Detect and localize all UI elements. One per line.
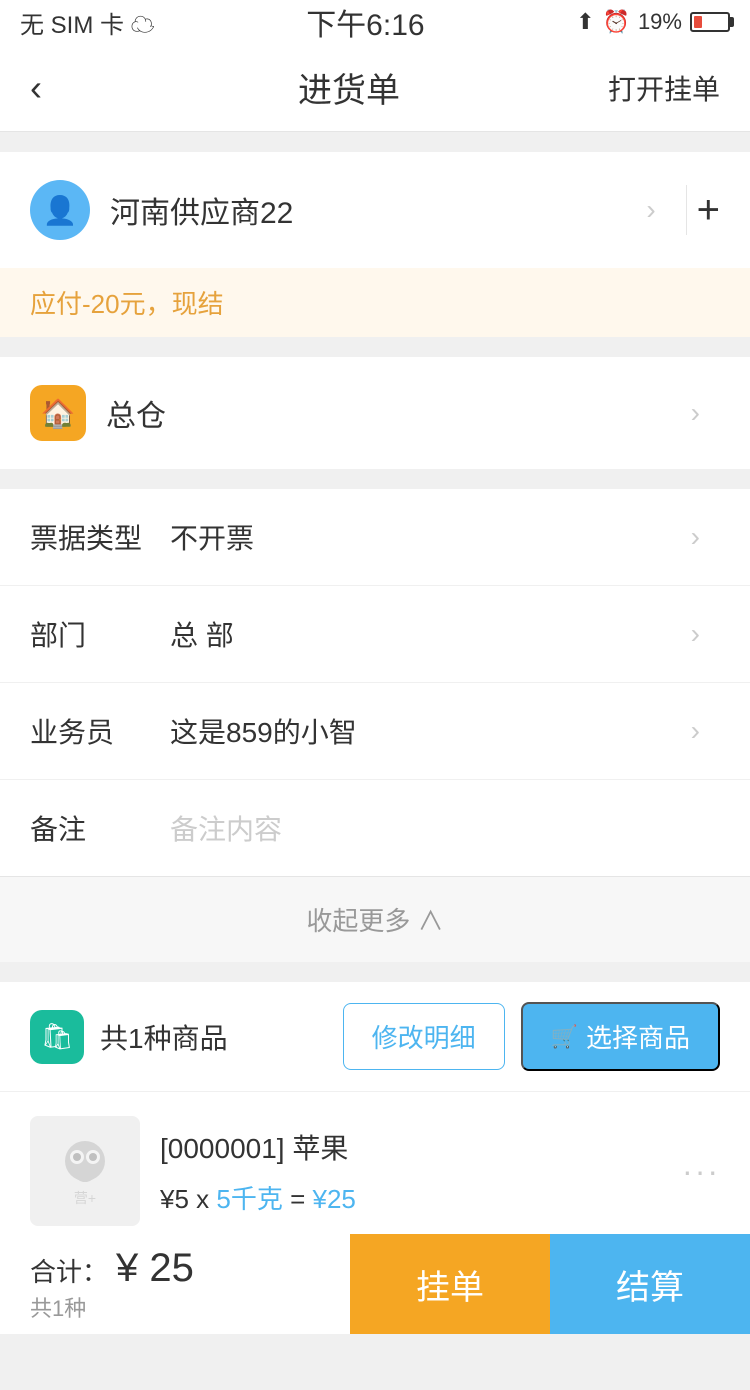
warehouse-icon: 🏠	[30, 385, 86, 441]
supplier-chevron-icon: ›	[646, 194, 655, 226]
settle-label: 结算	[616, 1260, 684, 1309]
products-icon: 🛍	[30, 1010, 84, 1064]
ticket-type-value: 不开票	[170, 517, 691, 557]
product-thumbnail: 营+	[30, 1116, 140, 1226]
status-bar: 无 SIM 卡 ☁ 下午6:16 ⬆ ⏰ 19%	[0, 0, 750, 44]
ticket-chevron-icon: ›	[691, 521, 700, 553]
warehouse-row[interactable]: 🏠 总仓 ›	[0, 357, 750, 469]
price-qty: 5千克	[216, 1184, 282, 1214]
price-base: ¥5 x	[160, 1184, 216, 1214]
status-left: 无 SIM 卡 ☁	[20, 5, 155, 40]
dept-value: 总 部	[170, 614, 691, 654]
products-card: 🛍 共1种商品 修改明细 🛒 选择商品 营+	[0, 982, 750, 1250]
warehouse-card: 🏠 总仓 ›	[0, 357, 750, 469]
product-name: [0000001] 苹果	[160, 1127, 662, 1167]
total-label-row: 合计： ¥ 25	[30, 1246, 320, 1291]
remark-row[interactable]: 备注 备注内容	[0, 779, 750, 876]
pending-label: 挂单	[416, 1260, 484, 1309]
total-label: 合计：	[30, 1252, 108, 1289]
ticket-type-label: 票据类型	[30, 517, 170, 557]
svg-text:营+: 营+	[74, 1190, 96, 1206]
sales-chevron-icon: ›	[691, 715, 700, 747]
location-icon: ⬆	[576, 9, 594, 35]
battery-label: 19%	[638, 9, 682, 35]
sim-wifi-label: 无 SIM 卡 ☁	[20, 5, 155, 40]
products-count: 共1种商品	[100, 1017, 327, 1057]
section-gap-1	[0, 132, 750, 152]
section-gap-3	[0, 469, 750, 489]
select-product-label: 选择商品	[586, 1018, 690, 1055]
supplier-icon: 👤	[43, 194, 78, 227]
ticket-type-row[interactable]: 票据类型 不开票 ›	[0, 489, 750, 585]
sales-value: 这是859的小智	[170, 711, 691, 751]
total-sub: 共1种	[30, 1291, 320, 1323]
products-header: 🛍 共1种商品 修改明细 🛒 选择商品	[0, 982, 750, 1091]
supplier-name: 河南供应商22	[110, 188, 646, 232]
open-pending-button[interactable]: 打开挂单	[608, 68, 720, 108]
supplier-row[interactable]: 👤 河南供应商22 › +	[0, 152, 750, 268]
product-item: 营+ [0000001] 苹果 ¥5 x 5千克 = ¥25 ···	[0, 1091, 750, 1250]
product-thumb-image: 营+	[45, 1131, 125, 1211]
supplier-divider	[686, 185, 687, 235]
add-supplier-button[interactable]: +	[697, 188, 720, 233]
remark-label: 备注	[30, 808, 170, 848]
price-equals: =	[283, 1184, 313, 1214]
product-price: ¥5 x 5千克 = ¥25	[160, 1179, 662, 1216]
bottom-bar: 合计： ¥ 25 共1种 挂单 结算	[0, 1234, 750, 1334]
dept-label: 部门	[30, 614, 170, 654]
edit-detail-button[interactable]: 修改明细	[343, 1003, 505, 1070]
status-time: 下午6:16	[306, 0, 424, 44]
pending-button[interactable]: 挂单	[350, 1234, 550, 1334]
fields-card: 票据类型 不开票 › 部门 总 部 › 业务员 这是859的小智 › 备注 备注…	[0, 489, 750, 962]
house-icon: 🏠	[41, 397, 76, 430]
sales-label: 业务员	[30, 711, 170, 751]
supplier-card: 👤 河南供应商22 › + 应付-20元，现结	[0, 152, 750, 337]
warehouse-name: 总仓	[106, 391, 691, 435]
dept-row[interactable]: 部门 总 部 ›	[0, 585, 750, 682]
section-gap-2	[0, 337, 750, 357]
total-amount: ¥ 25	[116, 1246, 194, 1291]
product-more-button[interactable]: ···	[682, 1153, 720, 1190]
back-button[interactable]: ‹	[30, 67, 90, 109]
nav-bar: ‹ 进货单 打开挂单	[0, 44, 750, 132]
remark-input[interactable]: 备注内容	[170, 808, 720, 848]
battery-icon	[690, 12, 730, 32]
dept-chevron-icon: ›	[691, 618, 700, 650]
alarm-icon: ⏰	[603, 9, 630, 35]
collapse-label: 收起更多 ∧	[306, 901, 443, 938]
select-product-button[interactable]: 🛒 选择商品	[521, 1002, 720, 1071]
supplier-notice: 应付-20元，现结	[0, 268, 750, 337]
collapse-row[interactable]: 收起更多 ∧	[0, 876, 750, 962]
supplier-avatar: 👤	[30, 180, 90, 240]
warehouse-chevron-icon: ›	[691, 397, 700, 429]
bag-icon: 🛍	[40, 1021, 73, 1052]
status-right: ⬆ ⏰ 19%	[576, 9, 730, 35]
settle-button[interactable]: 结算	[550, 1234, 750, 1334]
product-info: [0000001] 苹果 ¥5 x 5千克 = ¥25	[160, 1127, 662, 1216]
cart-icon: 🛒	[551, 1024, 578, 1050]
sales-row[interactable]: 业务员 这是859的小智 ›	[0, 682, 750, 779]
price-total: ¥25	[312, 1184, 355, 1214]
total-section: 合计： ¥ 25 共1种	[0, 1246, 350, 1323]
page-title: 进货单	[298, 63, 400, 112]
section-gap-4	[0, 962, 750, 982]
